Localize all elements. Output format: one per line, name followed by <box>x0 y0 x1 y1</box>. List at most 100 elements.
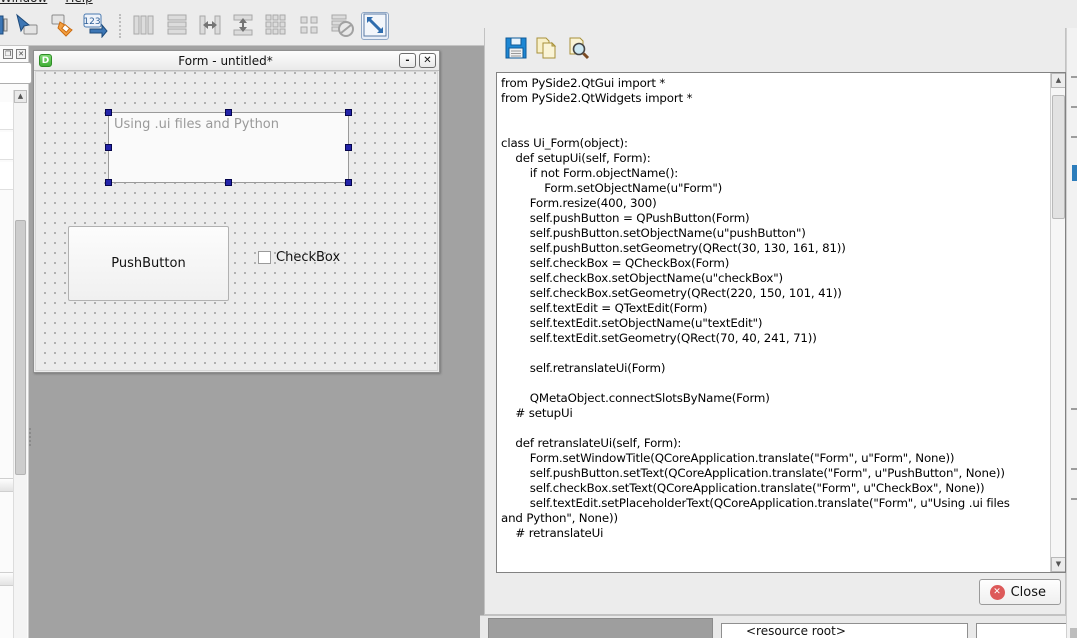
code-line: # retranslateUi <box>501 526 1048 541</box>
break-layout-icon <box>329 12 355 41</box>
menu-help[interactable]: Help <box>65 0 92 5</box>
scroll-up-icon[interactable]: ▲ <box>1051 73 1066 88</box>
code-line: # setupUi <box>501 406 1048 421</box>
code-line: from PySide2.QtWidgets import * <box>501 91 1048 106</box>
edit-buddies-icon <box>50 12 76 41</box>
code-line: from PySide2.QtGui import * <box>501 76 1048 91</box>
edit-widgets-icon <box>0 13 8 40</box>
selection-handle[interactable] <box>105 144 112 151</box>
textedit-widget[interactable]: Using .ui files and Python <box>108 112 349 183</box>
close-button[interactable]: ✕ <box>419 53 436 68</box>
code-line: self.checkBox = QCheckBox(Form) <box>501 256 1048 271</box>
code-preview-dialog: from PySide2.QtGui import *from PySide2.… <box>484 28 1066 615</box>
lay-out-in-grid-button[interactable] <box>262 12 290 40</box>
code-text-area[interactable]: from PySide2.QtGui import *from PySide2.… <box>496 72 1066 573</box>
edit-tab-order-button[interactable]: 123 <box>81 12 109 40</box>
resource-root-item[interactable]: <resource root> <box>721 623 968 638</box>
code-line: self.textEdit.setGeometry(QRect(70, 40, … <box>501 331 1048 346</box>
code-line: self.pushButton.setText(QCoreApplication… <box>501 466 1048 481</box>
code-line: self.checkBox.setObjectName(u"checkBox") <box>501 271 1048 286</box>
widget-box-item[interactable] <box>0 102 13 130</box>
form-editor-window: D Form - untitled* - ✕ Using .ui files a… <box>33 50 440 373</box>
code-line: def retranslateUi(self, Form): <box>501 436 1048 451</box>
copy-button[interactable] <box>533 36 559 62</box>
form-window-title: Form - untitled* <box>52 54 399 68</box>
widget-box-item[interactable] <box>0 132 13 160</box>
code-line: self.textEdit = QTextEdit(Form) <box>501 301 1048 316</box>
code-line: self.textEdit.setPlaceholderText(QCoreAp… <box>501 496 1048 511</box>
menu-window[interactable]: Window <box>0 0 47 5</box>
lay-out-in-form-layout-button[interactable] <box>295 12 323 40</box>
code-line: self.textEdit.setObjectName(u"textEdit") <box>501 316 1048 331</box>
lay-out-horizontally-in-splitter-button[interactable] <box>196 12 224 40</box>
resource-browser-dock: <resource root> <box>480 615 1077 638</box>
minimize-button[interactable]: - <box>399 53 416 68</box>
form-window-titlebar[interactable]: D Form - untitled* - ✕ <box>34 51 439 71</box>
scroll-down-icon[interactable]: ▼ <box>1051 557 1066 572</box>
scrollbar-thumb[interactable] <box>15 220 26 475</box>
code-line: Form.setObjectName(u"Form") <box>501 181 1048 196</box>
widget-filter-input[interactable] <box>0 62 32 84</box>
pushbutton-widget[interactable]: PushButton <box>68 226 229 301</box>
checkbox-label: CheckBox <box>276 250 340 265</box>
lay-out-vertically-in-splitter-button[interactable] <box>229 12 257 40</box>
panel-resize-handle[interactable] <box>29 428 33 446</box>
textedit-placeholder: Using .ui files and Python <box>114 117 348 132</box>
checkbox-box[interactable] <box>258 251 271 264</box>
code-line <box>501 121 1048 136</box>
selection-handle[interactable] <box>345 144 352 151</box>
code-line <box>501 106 1048 121</box>
find-button[interactable] <box>565 36 591 62</box>
code-line: self.checkBox.setGeometry(QRect(220, 150… <box>501 286 1048 301</box>
menu-bar: Window Help <box>0 0 200 6</box>
selection-handle[interactable] <box>225 179 232 186</box>
selection-handle[interactable] <box>225 109 232 116</box>
selection-handle[interactable] <box>105 109 112 116</box>
lay-out-vertically-icon <box>164 12 190 41</box>
close-button-label: Close <box>1011 585 1046 600</box>
designer-form-icon: D <box>39 54 52 67</box>
close-red-circle-icon: ✕ <box>990 585 1005 600</box>
lay-out-horizontally-button[interactable] <box>130 12 158 40</box>
code-line: Form.setWindowTitle(QCoreApplication.tra… <box>501 451 1048 466</box>
form-canvas[interactable]: Using .ui files and Python PushButton Ch… <box>35 71 438 371</box>
widget-box-scrollbar[interactable]: ▲ <box>13 90 27 638</box>
code-line: self.checkBox.setText(QCoreApplication.t… <box>501 481 1048 496</box>
save-button[interactable] <box>503 36 529 62</box>
selection-handle[interactable] <box>345 179 352 186</box>
adjust-size-button[interactable] <box>361 12 389 40</box>
checkbox-widget[interactable]: CheckBox <box>258 248 340 266</box>
dock-close-button[interactable]: ✕ <box>16 49 26 59</box>
resource-list-panel <box>976 623 1077 638</box>
dialog-close-button[interactable]: ✕ Close <box>979 579 1061 605</box>
edit-widgets-button[interactable] <box>0 12 10 40</box>
code-line: Form.resize(400, 300) <box>501 196 1048 211</box>
widget-box-category[interactable] <box>0 478 13 492</box>
code-line: self.retranslateUi(Form) <box>501 361 1048 376</box>
code-vertical-scrollbar[interactable]: ▲ ▼ <box>1050 73 1065 572</box>
scrollbar-thumb[interactable] <box>1052 95 1065 219</box>
code-line: QMetaObject.connectSlotsByName(Form) <box>501 391 1048 406</box>
code-line: and Python", None)) <box>501 511 1048 526</box>
qt-designer-screen: { "menu": { "items": ["Window", "Help"] … <box>0 0 1077 638</box>
find-icon <box>566 36 590 63</box>
selection-handle[interactable] <box>105 179 112 186</box>
horizontal-scrollbar-thumb[interactable] <box>488 618 713 638</box>
scroll-up-icon[interactable]: ▲ <box>14 90 27 103</box>
break-layout-button[interactable] <box>328 12 356 40</box>
lay-out-in-grid-icon <box>263 12 289 41</box>
edit-signals-slots-button[interactable] <box>13 12 41 40</box>
code-line: class Ui_Form(object): <box>501 136 1048 151</box>
code-line: self.pushButton = QPushButton(Form) <box>501 211 1048 226</box>
selection-handle[interactable] <box>345 109 352 116</box>
lay-out-horizontally-icon <box>131 12 157 41</box>
dock-float-button[interactable]: ❐ <box>3 49 13 59</box>
save-icon <box>504 36 528 63</box>
edit-buddies-button[interactable] <box>49 12 77 40</box>
lay-out-vertically-button[interactable] <box>163 12 191 40</box>
edit-tab-order-icon: 123 <box>82 12 108 41</box>
widget-box-category[interactable] <box>0 572 13 586</box>
widget-box-item[interactable] <box>0 162 13 190</box>
code-line: def setupUi(self, Form): <box>501 151 1048 166</box>
code-line <box>501 376 1048 391</box>
